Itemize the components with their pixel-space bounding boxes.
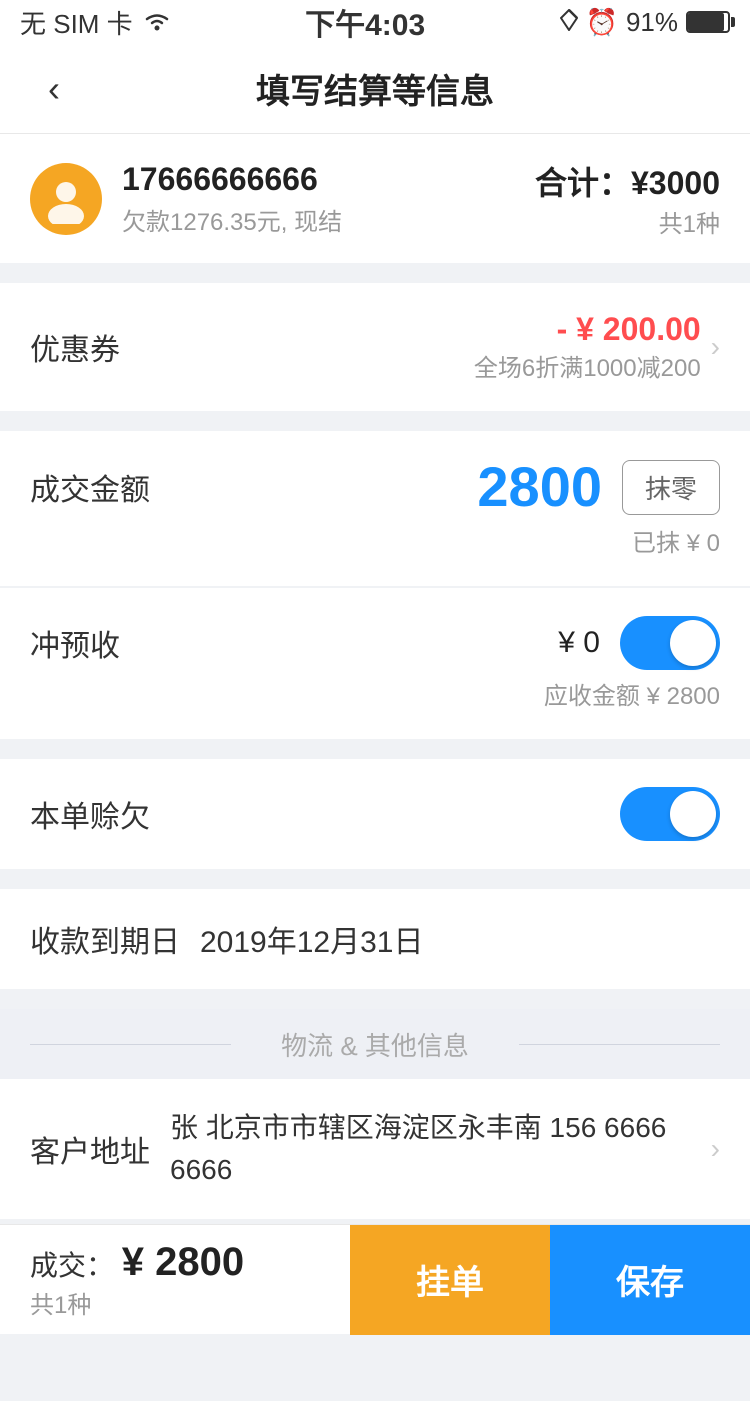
divider-3	[0, 741, 750, 759]
customer-phone: 17666666666	[122, 161, 342, 198]
coupon-discount: - ¥ 200.00	[474, 311, 701, 348]
wifi-icon	[143, 7, 171, 38]
address-value: 张 北京市市辖区海淀区永丰南 156 6666 6666	[170, 1107, 711, 1191]
divider-1	[0, 265, 750, 283]
chevron-right-icon: ›	[711, 331, 720, 363]
coupon-section[interactable]: 优惠券 - ¥ 200.00 全场6折满1000减200 ›	[0, 283, 750, 411]
avatar	[30, 163, 102, 235]
transaction-amount: 2800	[477, 459, 602, 515]
transaction-right: 2800 抹零	[477, 459, 720, 515]
pending-button[interactable]: 挂单	[350, 1225, 550, 1335]
prepay-right: ¥ 0	[558, 616, 720, 670]
total-amount: 合计：¥3000	[535, 158, 720, 204]
back-button[interactable]: ‹	[24, 59, 84, 119]
toggle-knob	[670, 620, 716, 666]
carrier-label: 无 SIM 卡	[20, 4, 133, 41]
customer-total: 合计：¥3000 共1种	[535, 158, 720, 239]
receivable-text: 应收金额 ¥ 2800	[30, 676, 720, 711]
divider-5	[0, 991, 750, 1009]
prepay-toggle[interactable]	[620, 616, 720, 670]
duedate-section: 收款到期日 2019年12月31日	[0, 889, 750, 989]
bottom-count: 共1种	[30, 1285, 320, 1320]
logistics-label: 物流 & 其他信息	[281, 1026, 469, 1063]
duedate-row: 收款到期日 2019年12月31日	[30, 917, 720, 961]
customer-debt: 欠款1276.35元, 现结	[122, 202, 342, 237]
deducted-text: 已抹 ¥ 0	[30, 523, 720, 558]
page-title: 填写结算等信息	[256, 64, 494, 113]
customer-left: 17666666666 欠款1276.35元, 现结	[30, 161, 342, 237]
debt-toggle-knob	[670, 791, 716, 837]
transaction-section: 成交金额 2800 抹零 已抹 ¥ 0	[0, 431, 750, 586]
duedate-label: 收款到期日	[30, 917, 180, 961]
duedate-value: 2019年12月31日	[200, 917, 423, 961]
customer-section: 17666666666 欠款1276.35元, 现结 合计：¥3000 共1种	[0, 134, 750, 263]
battery-icon	[686, 11, 730, 33]
status-time: 下午4:03	[305, 0, 425, 44]
coupon-description: 全场6折满1000减200	[474, 348, 701, 383]
divider-2	[0, 413, 750, 431]
bottom-summary-row: 成交： ¥ 2800	[30, 1240, 320, 1285]
save-button[interactable]: 保存	[550, 1225, 750, 1335]
alarm-icon: ⏰	[586, 7, 618, 38]
customer-info: 17666666666 欠款1276.35元, 现结	[122, 161, 342, 237]
avatar-icon	[41, 174, 91, 224]
prepay-row: 冲预收 ¥ 0	[30, 616, 720, 670]
debt-section: 本单赊欠	[0, 759, 750, 869]
bottom-total-amount: ¥ 2800	[122, 1240, 244, 1284]
address-section[interactable]: 客户地址 张 北京市市辖区海淀区永丰南 156 6666 6666 ›	[0, 1079, 750, 1219]
coupon-label: 优惠券	[30, 325, 120, 369]
logistics-line-right	[519, 1044, 720, 1045]
prepay-section: 冲预收 ¥ 0 应收金额 ¥ 2800	[0, 588, 750, 739]
logistics-divider: 物流 & 其他信息	[0, 1009, 750, 1079]
status-bar: 无 SIM 卡 下午4:03 ⏰ 91%	[0, 0, 750, 44]
divider-4	[0, 871, 750, 889]
total-count: 共1种	[535, 204, 720, 239]
bottom-bar: 成交： ¥ 2800 共1种 挂单 保存	[0, 1224, 750, 1334]
location-icon	[560, 7, 578, 38]
coupon-right: - ¥ 200.00 全场6折满1000减200 ›	[474, 311, 720, 383]
nav-bar: ‹ 填写结算等信息	[0, 44, 750, 134]
logistics-line-left	[30, 1044, 231, 1045]
bottom-summary: 成交： ¥ 2800 共1种	[0, 1240, 350, 1320]
status-left: 无 SIM 卡	[20, 4, 171, 41]
battery-label: 91%	[626, 7, 678, 38]
round-zero-button[interactable]: 抹零	[622, 460, 720, 515]
transaction-label: 成交金额	[30, 465, 150, 509]
address-chevron-icon: ›	[711, 1133, 720, 1165]
transaction-row: 成交金额 2800 抹零	[30, 459, 720, 515]
prepay-label: 冲预收	[30, 621, 120, 665]
status-right: ⏰ 91%	[560, 7, 730, 38]
bottom-total-label: 成交：	[30, 1250, 114, 1281]
prepay-amount: ¥ 0	[558, 626, 600, 660]
debt-label: 本单赊欠	[30, 792, 150, 836]
debt-toggle[interactable]	[620, 787, 720, 841]
address-label: 客户地址	[30, 1127, 150, 1171]
